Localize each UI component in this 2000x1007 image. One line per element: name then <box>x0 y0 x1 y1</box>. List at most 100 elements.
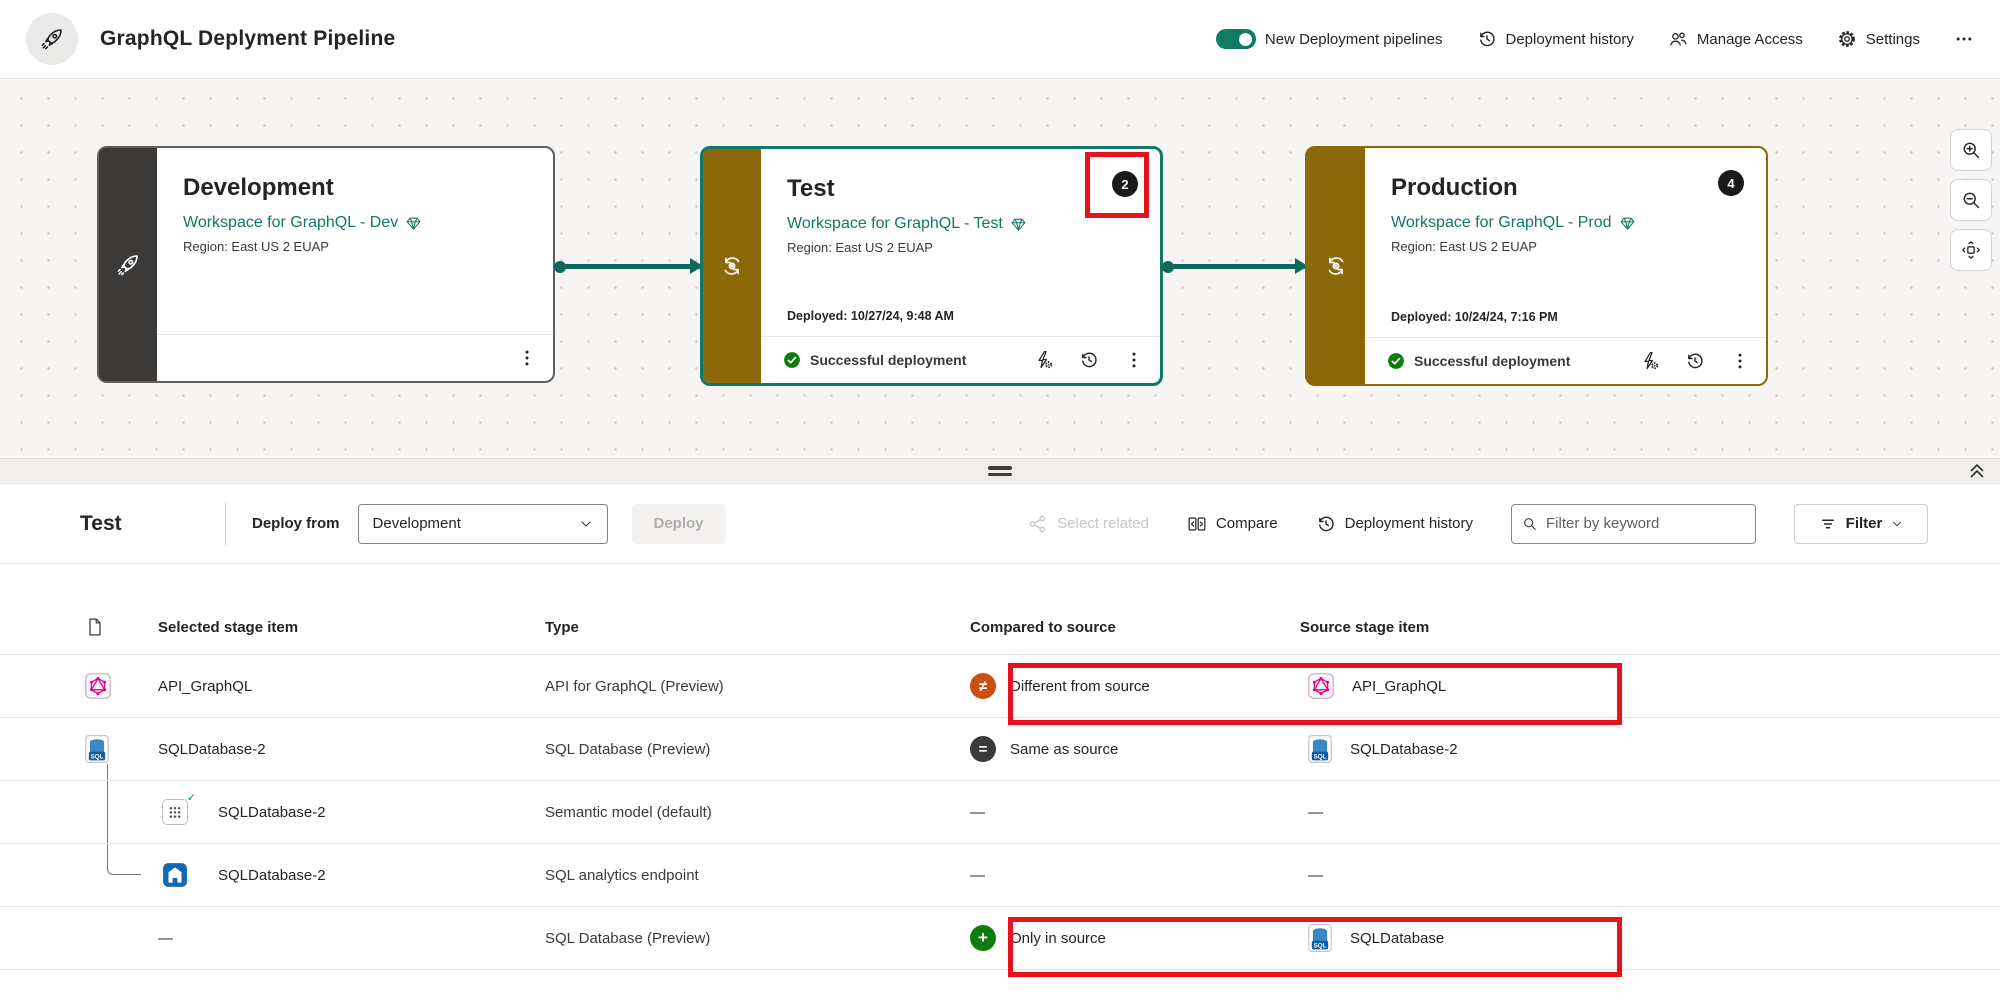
zoom-out-button[interactable] <box>1950 179 1992 221</box>
stage-history-button[interactable] <box>1079 350 1099 370</box>
compare-icon <box>1187 514 1207 534</box>
gear-icon <box>1837 29 1857 49</box>
deployment-status: Successful deployment <box>1387 352 1570 370</box>
item-type: SQL Database (Preview) <box>545 718 970 780</box>
stage-card-production[interactable]: Production Workspace for GraphQL - Prod … <box>1305 146 1768 386</box>
compared-status: — <box>970 781 1300 843</box>
source-item-name: — <box>1300 844 2000 906</box>
compared-status: Different from source <box>1010 678 1150 695</box>
col-selected-stage-item[interactable]: Selected stage item <box>158 600 545 654</box>
workspace-link[interactable]: Workspace for GraphQL - Dev <box>183 214 529 232</box>
header-actions: New Deployment pipelines Deployment hist… <box>1216 29 1974 49</box>
zoom-out-icon <box>1961 190 1981 210</box>
item-name: SQLDatabase-2 <box>158 741 266 758</box>
keyword-filter-input[interactable] <box>1546 515 1745 532</box>
history-icon <box>1477 29 1497 49</box>
document-icon <box>85 615 105 639</box>
more-horizontal-icon <box>1954 29 1974 49</box>
item-type: Semantic model (default) <box>545 781 970 843</box>
toggle-label: New Deployment pipelines <box>1265 31 1443 48</box>
deploy-source-dropdown[interactable]: Development <box>358 504 608 544</box>
select-related-button[interactable]: Select related <box>1028 514 1149 534</box>
deploy-settings-button[interactable] <box>1640 351 1660 371</box>
sql-database-icon <box>85 735 109 763</box>
stage-more-button[interactable] <box>517 348 537 368</box>
zoom-in-button[interactable] <box>1950 129 1992 171</box>
more-vertical-icon <box>517 348 537 368</box>
bolt-gear-icon <box>1640 351 1660 371</box>
item-type: SQL analytics endpoint <box>545 844 970 906</box>
filter-button[interactable]: Filter <box>1794 504 1928 544</box>
success-check-icon <box>1387 352 1405 370</box>
gem-icon <box>405 215 422 232</box>
fit-to-view-icon <box>1961 240 1981 260</box>
item-type: SQL Database (Preview) <box>545 907 970 969</box>
stage-card-test[interactable]: Test Workspace for GraphQL - Test Region… <box>700 146 1163 386</box>
rocket-icon <box>116 253 140 277</box>
deployment-history-button[interactable]: Deployment history <box>1316 514 1473 534</box>
item-name: — <box>158 930 173 947</box>
new-pipelines-toggle-group: New Deployment pipelines <box>1216 29 1443 49</box>
table-row[interactable]: SQLDatabase-2 SQL Database (Preview) = S… <box>0 718 2000 781</box>
stage-card-development[interactable]: Development Workspace for GraphQL - Dev … <box>97 146 555 383</box>
stage-strip <box>99 148 157 381</box>
settings-button[interactable]: Settings <box>1837 29 1920 49</box>
different-from-source-icon: ≠ <box>970 673 996 699</box>
collapse-panel-button[interactable] <box>1966 460 1988 487</box>
stage-more-button[interactable] <box>1730 351 1750 371</box>
col-source-stage-item[interactable]: Source stage item <box>1300 600 2000 654</box>
manage-access-button[interactable]: Manage Access <box>1668 29 1803 49</box>
gem-icon <box>1619 215 1636 232</box>
filter-icon <box>1819 515 1837 533</box>
stage-name: Test <box>787 175 1136 203</box>
canvas-zoom-controls <box>1950 129 1992 271</box>
deployment-status: Successful deployment <box>783 351 966 369</box>
app-header: GraphQL Deplyment Pipeline New Deploymen… <box>0 0 2000 78</box>
sync-icon <box>720 254 744 278</box>
default-model-indicator-icon: ✓ <box>187 791 196 804</box>
search-icon <box>1522 515 1538 533</box>
stage-items-table: Selected stage item Type Compared to sou… <box>0 600 2000 970</box>
fit-to-view-button[interactable] <box>1950 229 1992 271</box>
col-compared-to-source[interactable]: Compared to source <box>970 600 1300 654</box>
tree-connector <box>107 844 141 875</box>
sql-database-icon <box>1308 924 1332 952</box>
related-network-icon <box>1028 514 1048 534</box>
chevron-down-icon <box>579 517 593 531</box>
deployment-history-button[interactable]: Deployment history <box>1477 29 1634 49</box>
stage-more-button[interactable] <box>1124 350 1144 370</box>
stage-toolbar: Test Deploy from Development Deploy Sele… <box>0 484 2000 564</box>
splitter-drag-handle[interactable] <box>988 463 1012 479</box>
compare-button[interactable]: Compare <box>1187 514 1278 534</box>
zoom-in-icon <box>1961 140 1981 160</box>
panel-splitter <box>0 458 2000 484</box>
selected-stage-title: Test <box>80 512 225 536</box>
sql-database-icon <box>1308 735 1332 763</box>
compared-status: Same as source <box>1010 741 1118 758</box>
table-row[interactable]: — SQL Database (Preview) + Only in sourc… <box>0 907 2000 970</box>
deploy-settings-button[interactable] <box>1034 350 1054 370</box>
table-row[interactable]: ✓ SQLDatabase-2 Semantic model (default)… <box>0 781 2000 844</box>
table-row[interactable]: SQLDatabase-2 SQL analytics endpoint — — <box>0 844 2000 907</box>
history-icon <box>1685 351 1705 371</box>
pipeline-arrow-test-to-prod <box>1167 264 1305 269</box>
item-name: SQLDatabase-2 <box>218 867 326 884</box>
source-item-name: API_GraphQL <box>1352 678 1446 695</box>
gem-icon <box>1010 216 1027 233</box>
stage-name: Production <box>1391 174 1742 202</box>
sql-analytics-endpoint-icon <box>162 862 188 888</box>
stage-name: Development <box>183 174 529 202</box>
stage-strip <box>1307 148 1365 384</box>
workspace-link[interactable]: Workspace for GraphQL - Prod <box>1391 214 1742 232</box>
new-pipelines-toggle[interactable] <box>1216 29 1256 49</box>
item-count-badge: 2 <box>1112 171 1138 197</box>
deploy-button[interactable]: Deploy <box>632 504 726 544</box>
col-type[interactable]: Type <box>545 600 970 654</box>
stage-strip <box>703 149 761 383</box>
deployed-timestamp: Deployed: 10/24/24, 7:16 PM <box>1391 310 1558 324</box>
workspace-link[interactable]: Workspace for GraphQL - Test <box>787 215 1136 233</box>
table-row[interactable]: API_GraphQL API for GraphQL (Preview) ≠ … <box>0 655 2000 718</box>
stage-history-button[interactable] <box>1685 351 1705 371</box>
stage-region: Region: East US 2 EUAP <box>1391 239 1742 254</box>
more-options-button[interactable] <box>1954 29 1974 49</box>
